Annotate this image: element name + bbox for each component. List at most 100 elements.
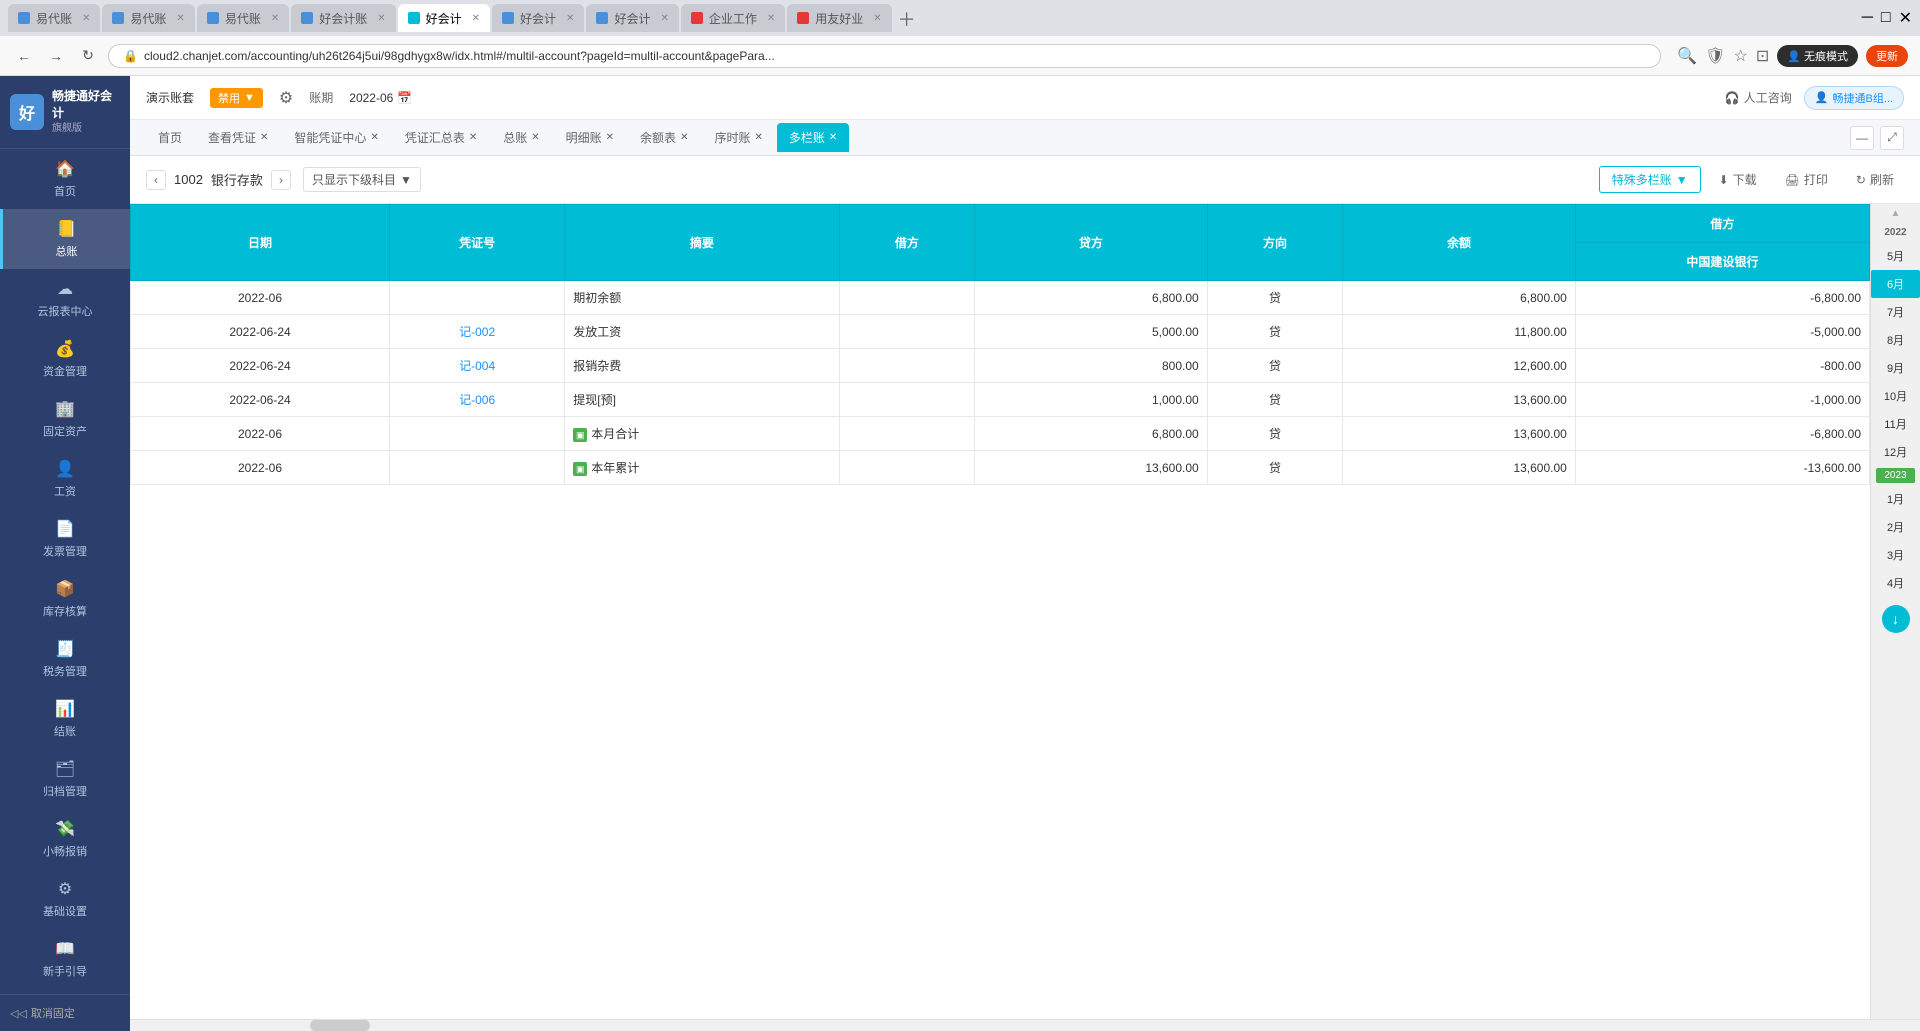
url-input[interactable]: 🔒 cloud2.chanjet.com/accounting/uh26t264… [108, 44, 1661, 68]
tab-close-multi-column-ledger[interactable]: ✕ [829, 132, 837, 143]
browser-tab-4[interactable]: 好会计账 ✕ [291, 4, 395, 32]
sidebar-item-cloud-reports[interactable]: ☁ 云报表中心 [0, 269, 130, 329]
sidebar-item-guide[interactable]: 📖 新手引导 [0, 929, 130, 989]
sidebar-item-home[interactable]: 🏠 首页 [0, 149, 130, 209]
user-badge[interactable]: 👤 畅捷通B组... [1804, 86, 1904, 110]
incognito-button[interactable]: 👤 无痕模式 [1777, 45, 1858, 67]
sidebar-item-invoice[interactable]: 📄 发票管理 [0, 509, 130, 569]
month-item-nov[interactable]: 11月 [1871, 410, 1920, 438]
ledger-table-wrapper[interactable]: 日期 凭证号 摘要 借方 贷方 方向 余额 借方 中国建设银行 [130, 204, 1870, 1019]
sidebar-toggle-icon[interactable]: ⊡ [1756, 46, 1769, 66]
browser-tab-9[interactable]: 用友好业 ✕ [787, 4, 891, 32]
tab-close-voucher-view[interactable]: ✕ [260, 132, 268, 143]
scroll-down-button[interactable]: ↓ [1882, 605, 1910, 633]
tab-close-7[interactable]: ✕ [660, 13, 668, 24]
month-item-sep[interactable]: 9月 [1871, 354, 1920, 382]
next-account-button[interactable]: › [271, 170, 291, 190]
cell-voucher-link[interactable]: 记-002 [390, 315, 565, 349]
month-item-oct[interactable]: 10月 [1871, 382, 1920, 410]
sidebar-item-tax[interactable]: 🧾 税务管理 [0, 629, 130, 689]
tab-minimize-button[interactable]: — [1850, 126, 1874, 150]
sidebar-item-ledger[interactable]: 📒 总账 [0, 209, 130, 269]
tab-close-smart-voucher[interactable]: ✕ [370, 132, 378, 143]
tab-close-balance-table[interactable]: ✕ [680, 132, 688, 143]
tab-close-9[interactable]: ✕ [873, 13, 881, 24]
month-item-may[interactable]: 5月 [1871, 242, 1920, 270]
unpin-button[interactable]: ◁◁ 取消固定 [10, 1005, 120, 1021]
browser-tab-1[interactable]: 易代账 ✕ [8, 4, 100, 32]
tab-close-8[interactable]: ✕ [767, 13, 775, 24]
browser-tab-7[interactable]: 好会计 ✕ [586, 4, 678, 32]
month-item-dec[interactable]: 12月 [1871, 438, 1920, 466]
tab-voucher-view[interactable]: 查看凭证 ✕ [196, 123, 280, 152]
prev-account-button[interactable]: ‹ [146, 170, 166, 190]
sidebar-item-archive[interactable]: 🗂 归档管理 [0, 749, 130, 809]
tab-close-1[interactable]: ✕ [82, 13, 90, 24]
update-button[interactable]: 更新 [1866, 45, 1908, 67]
month-item-feb[interactable]: 2月 [1871, 513, 1920, 541]
shield-icon[interactable]: 🛡 [1705, 46, 1725, 66]
star-icon[interactable]: ☆ [1733, 46, 1747, 66]
sidebar-item-inventory[interactable]: 📦 库存核算 [0, 569, 130, 629]
scroll-up-button[interactable]: ▲ [1871, 204, 1920, 223]
tab-balance-table[interactable]: 余额表 ✕ [628, 123, 700, 152]
download-button[interactable]: ⬇ 下载 [1709, 167, 1767, 192]
tab-close-detailed-ledger[interactable]: ✕ [606, 132, 614, 143]
tab-close-general-ledger[interactable]: ✕ [531, 132, 539, 143]
forward-button[interactable]: → [44, 44, 68, 68]
tab-close-2[interactable]: ✕ [176, 13, 184, 24]
tab-sequential-ledger[interactable]: 序时账 ✕ [702, 123, 774, 152]
close-btn[interactable]: ✕ [1899, 8, 1912, 28]
month-item-jul[interactable]: 7月 [1871, 298, 1920, 326]
tab-close-voucher-summary[interactable]: ✕ [469, 132, 477, 143]
tab-general-ledger[interactable]: 总账 ✕ [491, 123, 551, 152]
tab-close-5[interactable]: ✕ [472, 13, 480, 24]
sidebar-item-expense[interactable]: 💸 小畅报销 [0, 809, 130, 869]
cell-debit [839, 349, 975, 383]
special-ledger-button[interactable]: 特殊多栏账 ▼ [1599, 166, 1701, 193]
sidebar-item-settings[interactable]: ⚙ 基础设置 [0, 869, 130, 929]
month-item-mar[interactable]: 3月 [1871, 541, 1920, 569]
browser-tab-8[interactable]: 企业工作 ✕ [681, 4, 785, 32]
browser-tab-6[interactable]: 好会计 ✕ [492, 4, 584, 32]
sidebar-item-funds[interactable]: 💰 资金管理 [0, 329, 130, 389]
print-button[interactable]: 🖨 打印 [1775, 167, 1838, 192]
back-button[interactable]: ← [12, 44, 36, 68]
sidebar-item-payroll[interactable]: 👤 工资 [0, 449, 130, 509]
search-icon[interactable]: 🔍 [1677, 46, 1697, 66]
sidebar-item-fixed-assets[interactable]: 🏢 固定资产 [0, 389, 130, 449]
year-2023-badge[interactable]: 2023 [1876, 468, 1915, 483]
month-item-jun[interactable]: 6月 [1871, 270, 1920, 298]
browser-tab-3[interactable]: 易代账 ✕ [197, 4, 289, 32]
tab-close-sequential-ledger[interactable]: ✕ [754, 132, 762, 143]
tab-close-6[interactable]: ✕ [566, 13, 574, 24]
tab-close-4[interactable]: ✕ [377, 13, 385, 24]
new-tab-button[interactable]: ＋ [898, 6, 916, 32]
tab-smart-voucher[interactable]: 智能凭证中心 ✕ [282, 123, 390, 152]
filter-dropdown[interactable]: 只显示下级科目 ▼ [303, 167, 421, 192]
maximize-btn[interactable]: □ [1881, 9, 1891, 27]
tab-home[interactable]: 首页 [146, 123, 194, 152]
sidebar-item-closing[interactable]: 📊 结账 [0, 689, 130, 749]
col-header-credit: 贷方 [975, 205, 1208, 281]
period-value[interactable]: 2022-06 📅 [349, 91, 412, 105]
consult-button[interactable]: 🎧 人工咨询 [1725, 89, 1792, 106]
month-item-jan[interactable]: 1月 [1871, 485, 1920, 513]
refresh-button[interactable]: ↻ 刷新 [1846, 167, 1904, 192]
minimize-btn[interactable]: ─ [1862, 9, 1873, 27]
tab-close-3[interactable]: ✕ [271, 13, 279, 24]
tab-voucher-summary[interactable]: 凭证汇总表 ✕ [393, 123, 489, 152]
month-item-aug[interactable]: 8月 [1871, 326, 1920, 354]
tab-multi-column-ledger[interactable]: 多栏账 ✕ [777, 123, 849, 152]
cell-voucher-link[interactable]: 记-004 [390, 349, 565, 383]
tab-detailed-ledger[interactable]: 明细账 ✕ [554, 123, 626, 152]
month-item-apr[interactable]: 4月 [1871, 569, 1920, 597]
cell-voucher-link[interactable]: 记-006 [390, 383, 565, 417]
settings-icon[interactable]: ⚙ [279, 88, 293, 108]
cell-voucher [390, 451, 565, 485]
browser-tab-5[interactable]: 好会计 ✕ [398, 4, 490, 32]
reload-button[interactable]: ↻ [76, 44, 100, 68]
horizontal-scrollbar[interactable] [130, 1019, 1920, 1031]
tab-expand-button[interactable]: ⤢ [1880, 126, 1904, 150]
browser-tab-2[interactable]: 易代账 ✕ [102, 4, 194, 32]
